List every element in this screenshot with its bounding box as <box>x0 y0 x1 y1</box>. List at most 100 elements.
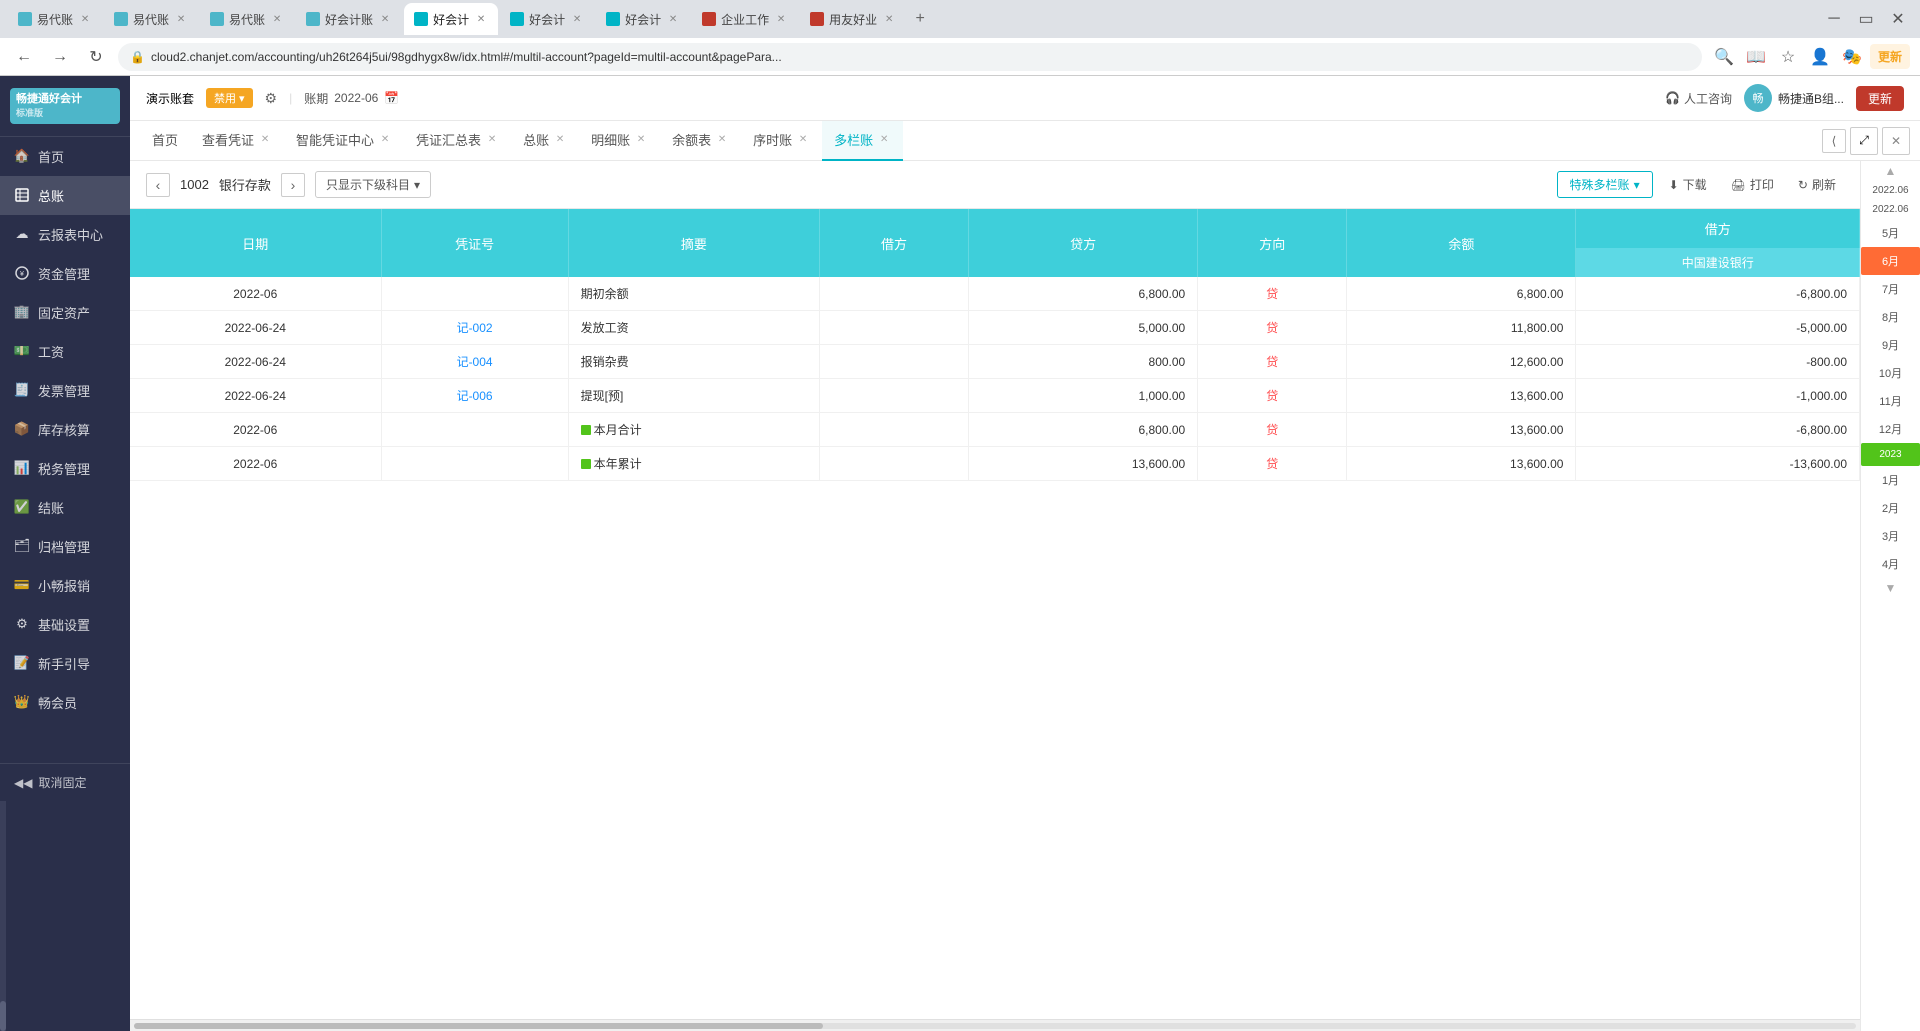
tab-balance-table-close[interactable]: ✕ <box>715 133 729 147</box>
sidebar-item-guide[interactable]: 📝 新手引导 <box>0 644 130 683</box>
tab-close-3[interactable]: ✕ <box>270 12 284 26</box>
month-item-7[interactable]: 7月 <box>1861 275 1920 303</box>
tab-multi-column[interactable]: 多栏账 ✕ <box>822 121 903 161</box>
browser-tab-9[interactable]: 用友好业 ✕ <box>800 3 906 35</box>
browser-tab-7[interactable]: 好会计 ✕ <box>596 3 690 35</box>
month-item-11[interactable]: 11月 <box>1861 387 1920 415</box>
tab-close-7[interactable]: ✕ <box>666 12 680 26</box>
sidebar-item-membership[interactable]: 👑 畅会员 <box>0 683 130 722</box>
month-item-feb[interactable]: 2月 <box>1861 494 1920 522</box>
tab-balance-table[interactable]: 余额表 ✕ <box>660 121 741 161</box>
browser-tab-2[interactable]: 易代账 ✕ <box>104 3 198 35</box>
bookmark-icon[interactable]: ☆ <box>1774 43 1802 71</box>
sidebar-scrollbar[interactable] <box>0 801 6 1031</box>
tab-close-6[interactable]: ✕ <box>570 12 584 26</box>
update-button[interactable]: 更新 <box>1856 86 1904 111</box>
sidebar-item-archive[interactable]: 🗂 归档管理 <box>0 527 130 566</box>
update-browser-button[interactable]: 更新 <box>1870 44 1910 69</box>
browser-tab-1[interactable]: 易代账 ✕ <box>8 3 102 35</box>
search-icon[interactable]: 🔍 <box>1710 43 1738 71</box>
expand-tabs-button[interactable]: ⤢ <box>1850 127 1878 155</box>
tab-general-ledger[interactable]: 总账 ✕ <box>511 121 579 161</box>
sidebar-item-invoice[interactable]: 🧾 发票管理 <box>0 371 130 410</box>
browser-tab-8[interactable]: 企业工作 ✕ <box>692 3 798 35</box>
sidebar-item-inventory[interactable]: 📦 库存核算 <box>0 410 130 449</box>
unpin-button[interactable]: ◀◀ 取消固定 <box>0 763 130 801</box>
horizontal-scrollbar[interactable] <box>130 1019 1860 1031</box>
tab-sequence-ledger-close[interactable]: ✕ <box>796 133 810 147</box>
sidebar-item-settlement[interactable]: ✅ 结账 <box>0 488 130 527</box>
consulting-button[interactable]: 🎧 人工咨询 <box>1665 90 1732 107</box>
tab-sequence-ledger[interactable]: 序时账 ✕ <box>741 121 822 161</box>
cell-voucher[interactable]: 记-002 <box>381 311 568 345</box>
tab-general-ledger-close[interactable]: ✕ <box>553 133 567 147</box>
tab-close-1[interactable]: ✕ <box>78 12 92 26</box>
refresh-button[interactable]: ↻ <box>82 43 110 71</box>
minimize-button[interactable]: ─ <box>1820 5 1848 33</box>
sidebar-item-basic-settings[interactable]: ⚙ 基础设置 <box>0 605 130 644</box>
collapse-tabs-button[interactable]: ⟨ <box>1822 129 1846 153</box>
sidebar-item-cloud-report[interactable]: ☁ 云报表中心 <box>0 215 130 254</box>
tab-close-8[interactable]: ✕ <box>774 12 788 26</box>
month-item-6[interactable]: 6月 <box>1861 247 1920 275</box>
print-button[interactable]: 🖨 打印 <box>1723 172 1782 197</box>
sidebar-item-fixed-assets[interactable]: 🏢 固定资产 <box>0 293 130 332</box>
prev-account-button[interactable]: ‹ <box>146 173 170 197</box>
month-item-jan[interactable]: 1月 <box>1861 466 1920 494</box>
month-item-9[interactable]: 9月 <box>1861 331 1920 359</box>
month-item-12[interactable]: 12月 <box>1861 415 1920 443</box>
tab-close-4[interactable]: ✕ <box>378 12 392 26</box>
refresh-button[interactable]: ↻ 刷新 <box>1790 172 1844 197</box>
month-item-mar[interactable]: 3月 <box>1861 522 1920 550</box>
cell-voucher[interactable]: 记-004 <box>381 345 568 379</box>
tab-close-5[interactable]: ✕ <box>474 12 488 26</box>
tab-home[interactable]: 首页 <box>140 121 190 161</box>
sidebar-item-home[interactable]: 🏠 首页 <box>0 137 130 176</box>
tab-close-9[interactable]: ✕ <box>882 12 896 26</box>
tab-voucher-summary-close[interactable]: ✕ <box>485 133 499 147</box>
month-item-10[interactable]: 10月 <box>1861 359 1920 387</box>
month-item-5[interactable]: 5月 <box>1861 219 1920 247</box>
filter-subcategory-button[interactable]: 只显示下级科目 ▾ <box>315 171 431 198</box>
year-2023-label[interactable]: 2023 <box>1861 443 1920 466</box>
close-window-button[interactable]: ✕ <box>1884 5 1912 33</box>
sidebar-item-expense[interactable]: 💳 小畅报销 <box>0 566 130 605</box>
tab-close-2[interactable]: ✕ <box>174 12 188 26</box>
close-panel-button[interactable]: ✕ <box>1882 127 1910 155</box>
incognito-icon[interactable]: 🎭 <box>1838 43 1866 71</box>
sidebar-item-general-ledger[interactable]: 总账 <box>0 176 130 215</box>
tab-smart-center-close[interactable]: ✕ <box>378 133 392 147</box>
month-item-apr[interactable]: 4月 <box>1861 550 1920 578</box>
download-button[interactable]: ⬇ 下载 <box>1661 172 1715 197</box>
calendar-icon[interactable]: 📅 <box>384 91 399 105</box>
tab-voucher-summary[interactable]: 凭证汇总表 ✕ <box>404 121 511 161</box>
month-item-8[interactable]: 8月 <box>1861 303 1920 331</box>
user-area[interactable]: 畅 畅捷通B组... <box>1744 84 1844 112</box>
month-scroll-down[interactable]: ▼ <box>1877 578 1905 598</box>
browser-tab-4[interactable]: 好会计账 ✕ <box>296 3 402 35</box>
month-scroll-up[interactable]: ▲ <box>1877 161 1905 181</box>
tab-smart-center[interactable]: 智能凭证中心 ✕ <box>284 121 404 161</box>
browser-tab-5[interactable]: 好会计 ✕ <box>404 3 498 35</box>
new-tab-button[interactable]: + <box>908 7 932 31</box>
reader-mode-icon[interactable]: 📖 <box>1742 43 1770 71</box>
sidebar-item-fund[interactable]: ¥ 资金管理 <box>0 254 130 293</box>
sidebar-item-payroll[interactable]: 💵 工资 <box>0 332 130 371</box>
forward-button[interactable]: → <box>46 43 74 71</box>
tab-multi-column-close[interactable]: ✕ <box>877 133 891 147</box>
tab-detail-ledger-close[interactable]: ✕ <box>634 133 648 147</box>
cell-voucher[interactable]: 记-006 <box>381 379 568 413</box>
demo-badge[interactable]: 禁用 ▾ <box>206 88 253 108</box>
sidebar-item-tax[interactable]: 📊 税务管理 <box>0 449 130 488</box>
next-account-button[interactable]: › <box>281 173 305 197</box>
tab-view-voucher[interactable]: 查看凭证 ✕ <box>190 121 284 161</box>
profile-icon[interactable]: 👤 <box>1806 43 1834 71</box>
tab-detail-ledger[interactable]: 明细账 ✕ <box>579 121 660 161</box>
settings-icon-btn[interactable]: ⚙ <box>265 90 278 107</box>
tab-view-voucher-close[interactable]: ✕ <box>258 133 272 147</box>
browser-tab-6[interactable]: 好会计 ✕ <box>500 3 594 35</box>
url-bar[interactable]: 🔒 cloud2.chanjet.com/accounting/uh26t264… <box>118 43 1702 71</box>
special-multi-btn[interactable]: 特殊多栏账 ▾ <box>1557 171 1653 198</box>
back-button[interactable]: ← <box>10 43 38 71</box>
maximize-button[interactable]: ▭ <box>1852 5 1880 33</box>
